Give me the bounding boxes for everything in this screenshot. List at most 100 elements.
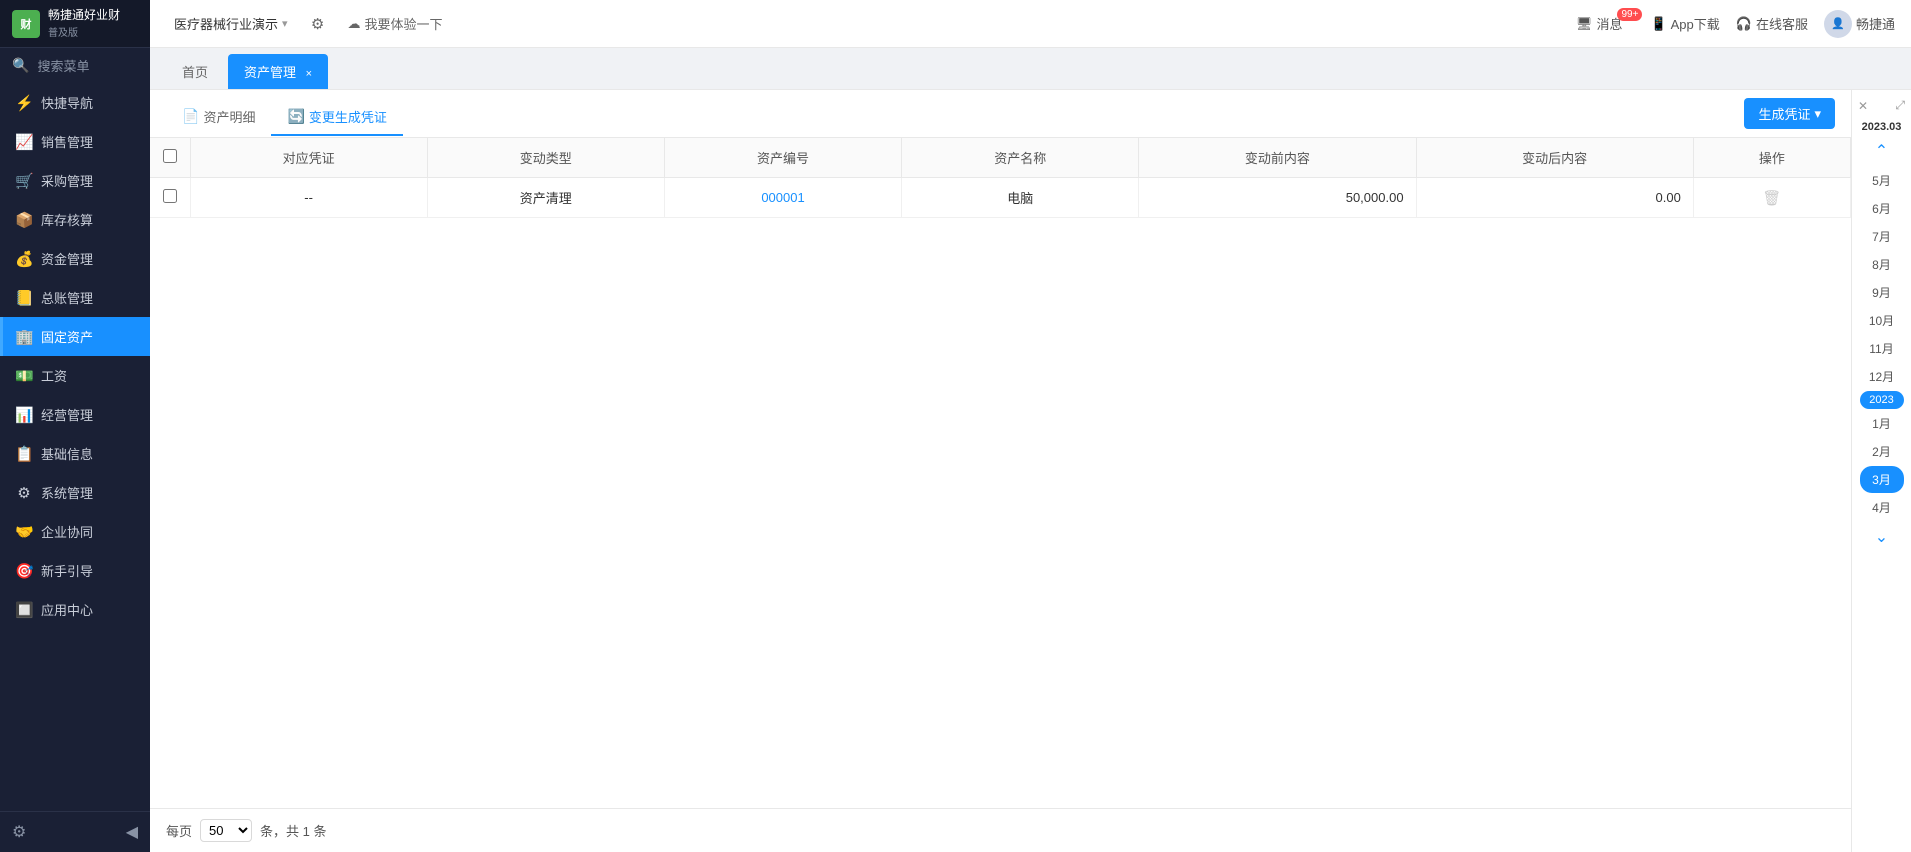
- pagination: 每页 102050100 条，共 1 条: [150, 808, 1851, 852]
- row-checkbox-cell: [150, 178, 190, 218]
- user-btn[interactable]: 👤 畅捷通: [1824, 10, 1895, 38]
- period-month[interactable]: 5月: [1860, 167, 1904, 194]
- sidebar-item-guide[interactable]: 🎯 新手引导: [0, 551, 150, 590]
- sidebar-item-inventory[interactable]: 📦 库存核算: [0, 200, 150, 239]
- online-service-btn[interactable]: 🎧 在线客服: [1736, 14, 1808, 33]
- sidebar-item-operations[interactable]: 📊 经营管理: [0, 395, 150, 434]
- period-month[interactable]: 6月: [1860, 195, 1904, 222]
- quick-nav-icon: ⚡: [15, 94, 33, 112]
- tab-home[interactable]: 首页: [166, 54, 224, 89]
- row-after-change: 0.00: [1416, 178, 1693, 218]
- sidebar-item-label: 库存核算: [41, 210, 93, 229]
- sub-tab-change-voucher-label: 变更生成凭证: [309, 107, 387, 126]
- company-name: 医疗器械行业演示: [174, 14, 278, 33]
- dropdown-arrow-icon: ▾: [1814, 106, 1821, 122]
- generate-label: 生成凭证: [1758, 104, 1810, 123]
- select-all-checkbox[interactable]: [163, 149, 177, 163]
- sidebar-item-ledger[interactable]: 📒 总账管理: [0, 278, 150, 317]
- sub-tab-change-voucher[interactable]: 🔄 变更生成凭证: [271, 99, 402, 136]
- table-header-row: 对应凭证 变动类型 资产编号 资产名称 变动前内容 变动后内容 操作: [150, 138, 1851, 178]
- period-month[interactable]: 7月: [1860, 223, 1904, 250]
- sidebar-item-label: 固定资产: [41, 327, 93, 346]
- scroll-up-btn[interactable]: ⌃: [1860, 136, 1904, 166]
- ledger-icon: 📒: [15, 289, 33, 307]
- row-before-change: 50,000.00: [1139, 178, 1416, 218]
- collapse-icon[interactable]: ◀: [126, 822, 138, 842]
- sidebar-item-purchase[interactable]: 🛒采购管理: [0, 161, 150, 200]
- payroll-icon: 💵: [15, 367, 33, 385]
- header-settings-btn[interactable]: ⚙: [304, 10, 332, 38]
- sidebar-item-funds[interactable]: 💰资金管理: [0, 239, 150, 278]
- right-panel-content: 2023.03⌃5月6月7月8月9月10月11月12月20231月2月3月4月⌄: [1860, 117, 1904, 553]
- tab-asset-label: 资产管理: [244, 65, 296, 80]
- header-right: 🖥 消息 99+ 📱 App下载 🎧 在线客服 👤 畅捷通: [1576, 10, 1895, 38]
- sidebar-item-quick-nav[interactable]: ⚡快捷导航: [0, 83, 150, 122]
- operations-icon: 📊: [15, 406, 33, 424]
- message-btn[interactable]: 🖥 消息 99+: [1576, 14, 1635, 33]
- funds-icon: 💰: [15, 250, 33, 268]
- online-service-label: 在线客服: [1756, 14, 1808, 33]
- sidebar-item-label: 系统管理: [41, 483, 93, 502]
- panel-close-icon[interactable]: ✕: [1858, 99, 1868, 113]
- sidebar-item-enterprise[interactable]: 🤝企业协同: [0, 512, 150, 551]
- period-month[interactable]: 3月: [1860, 466, 1904, 493]
- sidebar-item-label: 企业协同: [41, 522, 93, 541]
- settings-icon[interactable]: ⚙: [12, 822, 26, 842]
- period-month[interactable]: 10月: [1860, 307, 1904, 334]
- inventory-icon: 📦: [15, 211, 33, 229]
- panel-expand-icon[interactable]: ⤢: [1895, 98, 1905, 113]
- sidebar-item-label: 总账管理: [41, 288, 93, 307]
- search-icon: 🔍: [12, 57, 29, 74]
- logo-text-block: 畅捷通好业财 普及版: [48, 8, 120, 39]
- period-month[interactable]: 12月: [1860, 363, 1904, 390]
- row-change-type: 资产清理: [427, 178, 664, 218]
- sidebar-item-sales[interactable]: 📈销售管理: [0, 122, 150, 161]
- row-checkbox[interactable]: [163, 189, 177, 203]
- sidebar-item-system[interactable]: ⚙系统管理: [0, 473, 150, 512]
- sidebar-item-app-center[interactable]: 🔲应用中心: [0, 590, 150, 629]
- generate-voucher-btn[interactable]: 生成凭证 ▾: [1744, 98, 1835, 129]
- purchase-icon: 🛒: [15, 172, 33, 190]
- period-month[interactable]: 1月: [1860, 410, 1904, 437]
- sidebar-item-basic-info[interactable]: 📋基础信息: [0, 434, 150, 473]
- message-icon: 🖥: [1576, 16, 1593, 32]
- sidebar-search[interactable]: 🔍 搜索菜单: [0, 48, 150, 83]
- experience-btn[interactable]: ☁ 我要体验一下: [340, 10, 451, 37]
- sidebar-item-payroll[interactable]: 💵工资: [0, 356, 150, 395]
- guide-icon: 🎯: [15, 562, 33, 580]
- content-area: 📄 资产明细 🔄 变更生成凭证 生成凭证 ▾: [150, 90, 1911, 852]
- fixed-assets-icon: 🏢: [15, 328, 33, 346]
- content-main: 📄 资产明细 🔄 变更生成凭证 生成凭证 ▾: [150, 90, 1851, 852]
- period-month[interactable]: 2月: [1860, 438, 1904, 465]
- app-download-btn[interactable]: 📱 App下载: [1650, 14, 1719, 33]
- period-month[interactable]: 4月: [1860, 494, 1904, 521]
- period-month[interactable]: 8月: [1860, 251, 1904, 278]
- sales-icon: 📈: [15, 133, 33, 151]
- sidebar-nav: ⚡快捷导航📈销售管理🛒采购管理 📦 库存核算 💰资金管理 📒 总账管理 🏢 固定资产 💵工资 📊 经…: [0, 83, 150, 811]
- period-year-badge[interactable]: 2023: [1860, 391, 1904, 409]
- sub-tab-asset-detail[interactable]: 📄 资产明细: [166, 99, 271, 136]
- logo-sub: 普及版: [48, 24, 120, 39]
- page-size-select[interactable]: 102050100: [200, 819, 252, 842]
- search-label: 搜索菜单: [37, 56, 89, 75]
- scroll-down-btn[interactable]: ⌄: [1860, 522, 1904, 552]
- sidebar-item-label: 经营管理: [41, 405, 93, 424]
- basic-info-icon: 📋: [15, 445, 33, 463]
- row-asset-code: 000001: [664, 178, 901, 218]
- company-selector[interactable]: 医疗器械行业演示 ▾: [166, 10, 296, 37]
- tab-asset-management[interactable]: 资产管理 ×: [228, 54, 328, 89]
- sidebar-item-label: 应用中心: [41, 600, 93, 619]
- tab-bar: 首页 资产管理 ×: [150, 48, 1911, 90]
- table-container: 对应凭证 变动类型 资产编号 资产名称 变动前内容 变动后内容 操作 -- 资产…: [150, 138, 1851, 808]
- col-operation: 操作: [1693, 138, 1850, 178]
- sidebar-item-label: 新手引导: [41, 561, 93, 580]
- period-month[interactable]: 9月: [1860, 279, 1904, 306]
- sidebar-item-fixed-assets[interactable]: 🏢 固定资产: [0, 317, 150, 356]
- col-checkbox: [150, 138, 190, 178]
- app-icon: 📱: [1650, 16, 1666, 32]
- tab-close-icon[interactable]: ×: [306, 68, 312, 80]
- total-label: 条，共 1 条: [260, 821, 326, 840]
- chevron-down-icon: ▾: [282, 17, 288, 30]
- period-month[interactable]: 11月: [1860, 335, 1904, 362]
- delete-icon[interactable]: 🗑: [1762, 190, 1781, 207]
